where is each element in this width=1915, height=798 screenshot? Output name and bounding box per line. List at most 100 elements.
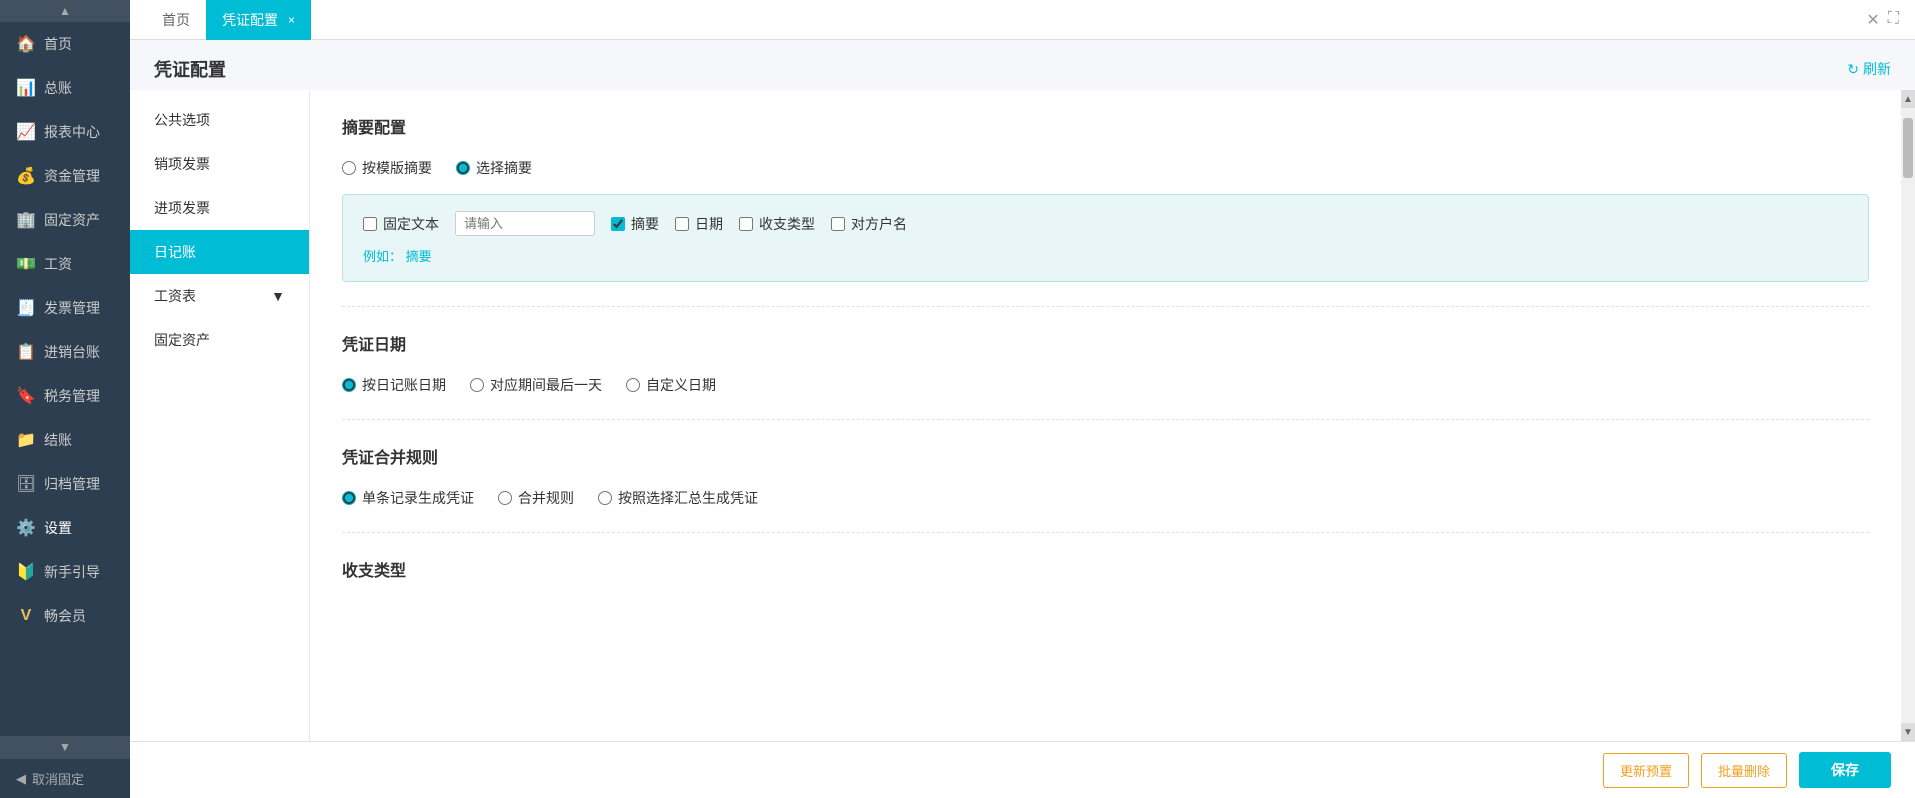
sidebar-item-closing[interactable]: 📁 结账 [0,418,130,462]
left-nav-purchase-invoice[interactable]: 进项发票 [130,186,309,230]
tab-home-label: 首页 [162,10,190,30]
date-checkbox[interactable] [675,217,689,231]
summary-checkbox-row: 固定文本 摘要 日期 收支类型 [363,211,1848,236]
expand-window-icon[interactable]: ⛶ [1888,10,1899,30]
sidebar-label-payroll: 工资 [44,254,72,274]
sidebar-item-vip[interactable]: V 畅会员 [0,594,130,638]
sidebar-label-guide: 新手引导 [44,562,100,582]
sidebar-scroll-down[interactable]: ▼ [0,736,130,758]
sidebar-item-tax[interactable]: 🔖 税务管理 [0,374,130,418]
settings-icon: ⚙️ [16,518,36,538]
tab-voucher-config-close[interactable]: × [288,13,295,27]
by-journal-date-radio[interactable] [342,378,356,392]
scroll-up-button[interactable]: ▲ [1901,90,1915,108]
merge-rule-radio[interactable] [498,491,512,505]
sidebar-label-archive: 归档管理 [44,474,100,494]
single-record-radio[interactable] [342,491,356,505]
merge-rule-label: 合并规则 [518,488,574,508]
right-content: 摘要配置 按模版摘要 选择摘要 固定文本 [310,90,1901,741]
left-nav-journal[interactable]: 日记账 [130,230,309,274]
custom-date-option[interactable]: 自定义日期 [626,375,716,395]
single-record-option[interactable]: 单条记录生成凭证 [342,488,474,508]
template-mode-option[interactable]: 按模版摘要 [342,158,432,178]
sidebar-cancel-fixed[interactable]: ◀ 取消固定 [0,758,130,798]
sidebar-items: 🏠 首页 📊 总账 📈 报表中心 💰 资金管理 🏢 固定资产 💵 工资 🧾 发票… [0,22,130,736]
fixed-text-label: 固定文本 [383,214,439,234]
sidebar-label-home: 首页 [44,34,72,54]
custom-date-radio[interactable] [626,378,640,392]
left-nav-payroll-table-label: 工资表 [154,286,196,306]
cancel-fixed-label: 取消固定 [32,769,84,788]
close-window-icon[interactable]: ✕ [1866,10,1879,30]
sidebar-label-closing: 结账 [44,430,72,450]
batch-delete-button[interactable]: 批量删除 [1701,753,1787,788]
counterparty-name-checkbox[interactable] [831,217,845,231]
left-nav-public[interactable]: 公共选项 [130,98,309,142]
last-day-of-period-radio[interactable] [470,378,484,392]
select-mode-radio[interactable] [456,161,470,175]
income-expense-type-checkbox[interactable] [739,217,753,231]
update-preview-button[interactable]: 更新预置 [1603,753,1689,788]
main-area: 首页 凭证配置 × ✕ ⛶ 凭证配置 ↻ 刷新 公共选项 销项发票 进 [130,0,1915,798]
sidebar-item-reports[interactable]: 📈 报表中心 [0,110,130,154]
income-expense-title: 收支类型 [342,557,1869,581]
sidebar-item-home[interactable]: 🏠 首页 [0,22,130,66]
select-summary-generate-radio[interactable] [598,491,612,505]
guide-icon: 🔰 [16,562,36,582]
summary-checkbox[interactable] [611,217,625,231]
sidebar-label-purchase-sales: 进销台账 [44,342,100,362]
by-journal-date-option[interactable]: 按日记账日期 [342,375,446,395]
fixed-assets-icon: 🏢 [16,210,36,230]
select-mode-label: 选择摘要 [476,158,532,178]
sidebar-scroll-up[interactable]: ▲ [0,0,130,22]
date-option[interactable]: 日期 [675,214,723,234]
last-day-of-period-option[interactable]: 对应期间最后一天 [470,375,602,395]
sidebar-item-funds[interactable]: 💰 资金管理 [0,154,130,198]
scroll-down-button[interactable]: ▼ [1901,723,1915,741]
date-label: 日期 [695,214,723,234]
left-nav-sales-invoice[interactable]: 销项发票 [130,142,309,186]
closing-icon: 📁 [16,430,36,450]
left-nav-fixed-assets[interactable]: 固定资产 [130,318,309,362]
tab-voucher-config[interactable]: 凭证配置 × [206,0,311,40]
sidebar-item-settings[interactable]: ⚙️ 设置 [0,506,130,550]
sidebar-item-payroll[interactable]: 💵 工资 [0,242,130,286]
template-mode-radio[interactable] [342,161,356,175]
custom-date-label: 自定义日期 [646,375,716,395]
sidebar-item-invoice-mgmt[interactable]: 🧾 发票管理 [0,286,130,330]
scroll-thumb[interactable] [1903,118,1913,178]
sidebar-item-archive[interactable]: 🗄 归档管理 [0,462,130,506]
select-mode-option[interactable]: 选择摘要 [456,158,532,178]
refresh-button[interactable]: ↻ 刷新 [1847,59,1891,79]
sidebar-item-fixed-assets[interactable]: 🏢 固定资产 [0,198,130,242]
scroll-track [1901,108,1915,723]
fixed-text-option[interactable]: 固定文本 [363,214,439,234]
income-expense-type-option[interactable]: 收支类型 [739,214,815,234]
template-mode-label: 按模版摘要 [362,158,432,178]
summary-option[interactable]: 摘要 [611,214,659,234]
page-title: 凭证配置 [154,56,226,82]
tab-voucher-config-label: 凭证配置 [222,10,278,30]
tab-home[interactable]: 首页 [146,0,206,40]
left-nav-payroll-table[interactable]: 工资表 ▼ [130,274,309,318]
example-text: 例如： 摘要 [363,246,1848,265]
sidebar-item-guide[interactable]: 🔰 新手引导 [0,550,130,594]
merge-rule-option[interactable]: 合并规则 [498,488,574,508]
page-header: 凭证配置 ↻ 刷新 [130,40,1915,90]
save-button[interactable]: 保存 [1799,752,1891,788]
sidebar-item-purchase-sales[interactable]: 📋 进销台账 [0,330,130,374]
fixed-text-input[interactable] [455,211,595,236]
refresh-label: 刷新 [1863,59,1891,79]
sidebar-label-funds: 资金管理 [44,166,100,186]
counterparty-name-label: 对方户名 [851,214,907,234]
select-summary-generate-option[interactable]: 按照选择汇总生成凭证 [598,488,758,508]
fixed-text-checkbox[interactable] [363,217,377,231]
funds-icon: 💰 [16,166,36,186]
chevron-down-icon: ▼ [271,288,285,304]
sidebar-label-ledger: 总账 [44,78,72,98]
reports-icon: 📈 [16,122,36,142]
content-area: 公共选项 销项发票 进项发票 日记账 工资表 ▼ 固定资产 摘要配置 [130,90,1915,741]
sidebar-item-ledger[interactable]: 📊 总账 [0,66,130,110]
refresh-icon: ↻ [1847,61,1859,78]
counterparty-name-option[interactable]: 对方户名 [831,214,907,234]
